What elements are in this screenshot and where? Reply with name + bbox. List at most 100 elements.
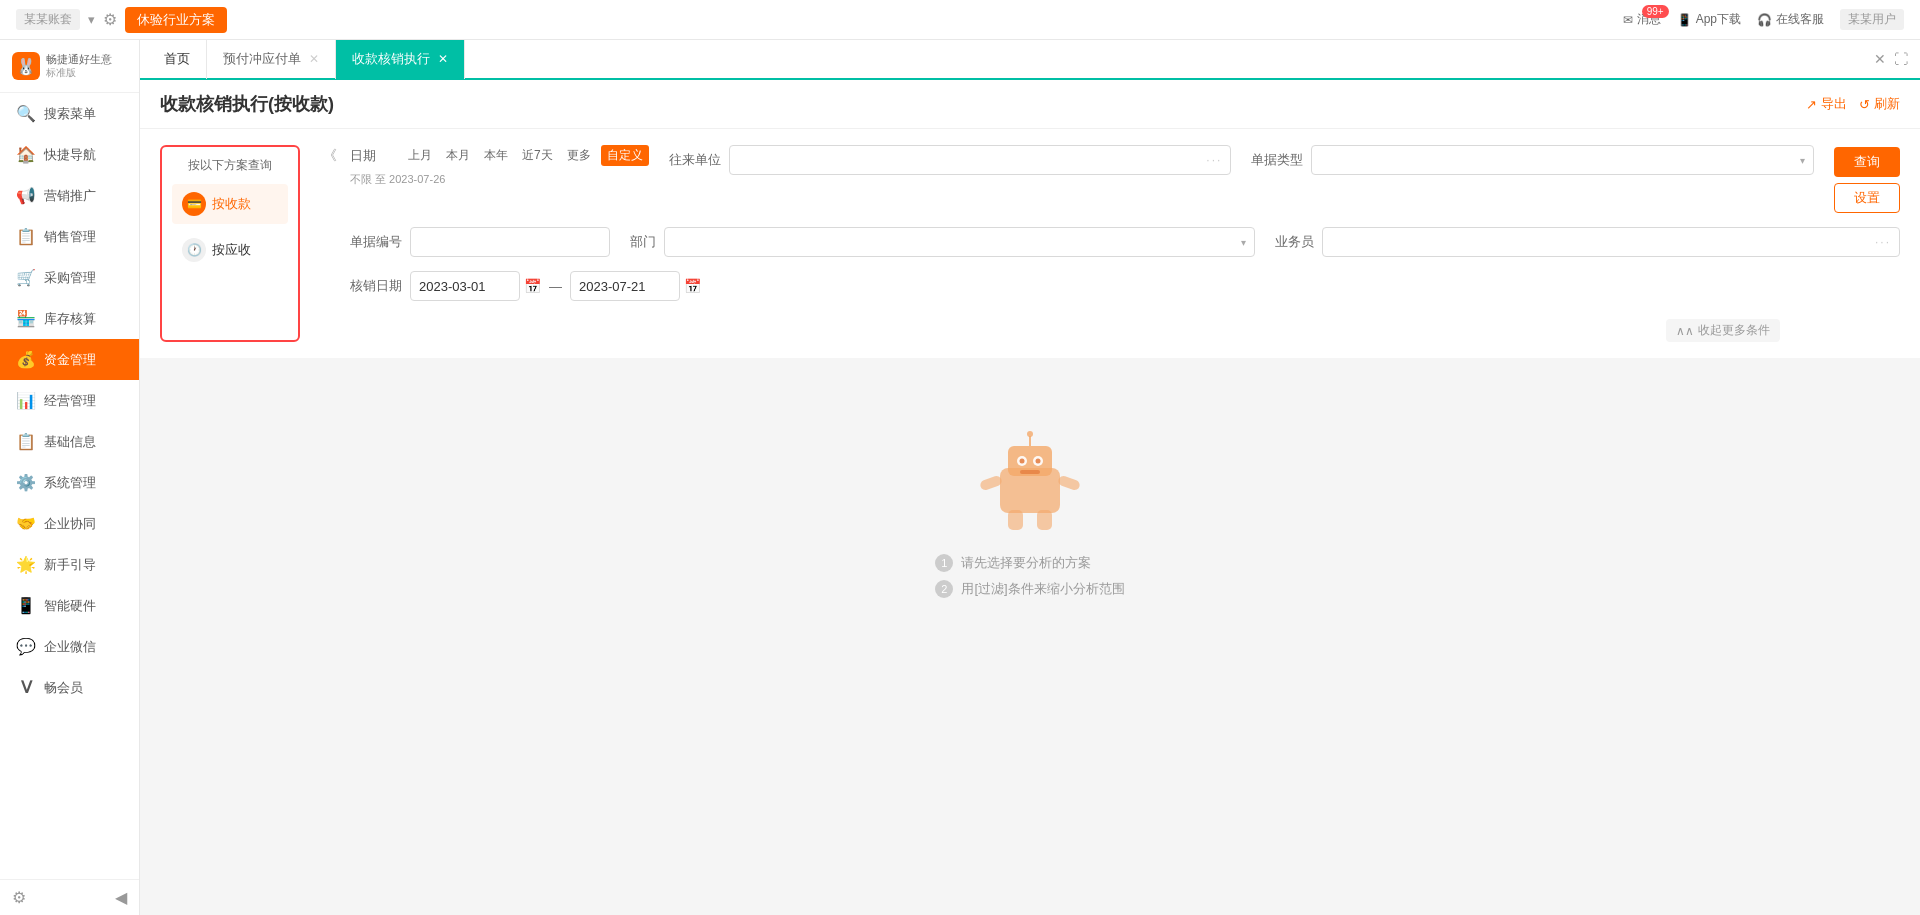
sidebar-label-basic-info: 基础信息 (44, 433, 96, 451)
footer-settings-icon[interactable]: ⚙ (12, 888, 26, 907)
maximize-icon[interactable]: ⛶ (1894, 51, 1908, 67)
tab-receipt-close[interactable]: ✕ (438, 52, 448, 66)
verify-date-end-calendar-icon[interactable]: 📅 (684, 278, 701, 294)
sidebar-item-vip[interactable]: Ⅴ 畅会员 (0, 667, 139, 708)
sidebar-item-marketing[interactable]: 📢 营销推广 (0, 175, 139, 216)
partner-input-wrap[interactable]: ··· (729, 145, 1232, 175)
user-name[interactable]: 某某用户 (1840, 9, 1904, 30)
sidebar-label-marketing: 营销推广 (44, 187, 96, 205)
settings-button[interactable]: 设置 (1834, 183, 1900, 213)
settings-icon[interactable]: ⚙ (103, 10, 117, 29)
dept-select-wrap[interactable]: ▾ (664, 227, 1255, 257)
export-button[interactable]: ↗ 导出 (1806, 95, 1847, 113)
funds-icon: 💰 (16, 350, 36, 369)
filter-form: 日期 上月 本月 本年 近7天 更多 自定义 不限 至 2023-07-26 (350, 145, 1900, 342)
date-label: 日期 (350, 147, 398, 165)
date-btn-7days[interactable]: 近7天 (518, 145, 557, 166)
sidebar-item-hardware[interactable]: 📱 智能硬件 (0, 585, 139, 626)
staff-input[interactable] (1331, 235, 1875, 250)
filter-option-by-receivable[interactable]: 🕐 按应收 (172, 230, 288, 270)
verify-date-start-field: 📅 (410, 271, 541, 301)
close-window-icon[interactable]: ✕ (1874, 51, 1886, 67)
tab-prepay-offset[interactable]: 预付冲应付单 ✕ (207, 40, 336, 79)
tab-home[interactable]: 首页 (148, 40, 207, 79)
collapse-more-button[interactable]: ∧∧ 收起更多条件 (1666, 319, 1780, 342)
sidebar-item-guide[interactable]: 🌟 新手引导 (0, 544, 139, 585)
sidebar-item-basic-info[interactable]: 📋 基础信息 (0, 421, 139, 462)
industry-button[interactable]: 休验行业方案 (125, 7, 227, 33)
verify-date-start-calendar-icon[interactable]: 📅 (524, 278, 541, 294)
sidebar-label-sales: 销售管理 (44, 228, 96, 246)
date-btn-custom[interactable]: 自定义 (601, 145, 649, 166)
refresh-button[interactable]: ↺ 刷新 (1859, 95, 1900, 113)
tab-prepay-close[interactable]: ✕ (309, 52, 319, 66)
svg-rect-10 (1037, 510, 1052, 530)
doc-type-select-wrap[interactable]: ▾ (1311, 145, 1814, 175)
sidebar-label-vip: 畅会员 (44, 679, 83, 697)
headset-icon: 🎧 (1757, 13, 1772, 27)
sidebar-item-search-menu[interactable]: 🔍 搜索菜单 (0, 93, 139, 134)
online-service-button[interactable]: 🎧 在线客服 (1757, 11, 1824, 28)
date-btn-last-month[interactable]: 上月 (404, 145, 436, 166)
partner-ellipsis-btn[interactable]: ··· (1206, 153, 1222, 167)
message-badge: 99+ (1642, 5, 1669, 18)
verify-date-start-input[interactable] (410, 271, 520, 301)
sidebar-item-funds[interactable]: 💰 资金管理 (0, 339, 139, 380)
date-quick-row: 日期 上月 本月 本年 近7天 更多 自定义 (350, 145, 649, 166)
content-area: 首页 预付冲应付单 ✕ 收款核销执行 ✕ ✕ ⛶ 收款核销执行(按收款) (140, 40, 1920, 915)
logo-name: 畅捷通好生意 (46, 52, 112, 66)
verify-date-field: 核销日期 📅 — 📅 (350, 271, 701, 301)
sidebar-item-purchase[interactable]: 🛒 采购管理 (0, 257, 139, 298)
account-name[interactable]: 某某账套 (16, 9, 80, 30)
query-button[interactable]: 查询 (1834, 147, 1900, 177)
doc-num-input[interactable] (410, 227, 610, 257)
sidebar-item-operations[interactable]: 📊 经营管理 (0, 380, 139, 421)
verify-date-end-input[interactable] (570, 271, 680, 301)
message-button[interactable]: ✉ 消息 99+ (1623, 11, 1661, 28)
sidebar-item-system[interactable]: ⚙️ 系统管理 (0, 462, 139, 503)
vip-icon: Ⅴ (16, 678, 36, 697)
sidebar-item-wechat[interactable]: 💬 企业微信 (0, 626, 139, 667)
svg-point-12 (1027, 431, 1033, 437)
sidebar-item-quick-nav[interactable]: 🏠 快捷导航 (0, 134, 139, 175)
svg-rect-6 (1020, 470, 1040, 474)
app-download-button[interactable]: 📱 App下载 (1677, 11, 1741, 28)
filter-option-by-receipt[interactable]: 💳 按收款 (172, 184, 288, 224)
staff-input-wrap[interactable]: ··· (1322, 227, 1900, 257)
filter-row-3: 核销日期 📅 — 📅 (350, 271, 1900, 301)
enterprise-icon: 🤝 (16, 514, 36, 533)
dept-chevron-icon: ▾ (1241, 237, 1246, 248)
partner-input[interactable] (738, 153, 1207, 168)
wechat-icon: 💬 (16, 637, 36, 656)
export-icon: ↗ (1806, 97, 1817, 112)
tab-receipt-offset[interactable]: 收款核销执行 ✕ (336, 40, 465, 79)
filter-collapse-toggle[interactable]: 《 (320, 145, 340, 342)
logo-text-block: 畅捷通好生意 标准版 (46, 52, 112, 80)
sidebar-label-search-menu: 搜索菜单 (44, 105, 96, 123)
verify-date-label: 核销日期 (350, 277, 402, 295)
tip-num-1: 1 (935, 554, 953, 572)
staff-field: 业务员 ··· (1275, 227, 1900, 257)
partner-label: 往来单位 (669, 151, 721, 169)
filter-row-1: 日期 上月 本月 本年 近7天 更多 自定义 不限 至 2023-07-26 (350, 145, 1900, 213)
inventory-icon: 🏪 (16, 309, 36, 328)
by-receipt-label: 按收款 (212, 195, 251, 213)
date-btn-this-month[interactable]: 本月 (442, 145, 474, 166)
staff-ellipsis-btn[interactable]: ··· (1875, 235, 1891, 249)
date-range-dash: — (549, 279, 562, 294)
date-btn-this-year[interactable]: 本年 (480, 145, 512, 166)
operations-icon: 📊 (16, 391, 36, 410)
dropdown-arrow-icon[interactable]: ▾ (88, 12, 95, 27)
sidebar-item-sales[interactable]: 📋 销售管理 (0, 216, 139, 257)
by-receivable-label: 按应收 (212, 241, 251, 259)
dept-select[interactable] (673, 235, 1241, 250)
sidebar-item-inventory[interactable]: 🏪 库存核算 (0, 298, 139, 339)
doc-num-field: 单据编号 (350, 227, 610, 257)
sidebar-item-enterprise[interactable]: 🤝 企业协同 (0, 503, 139, 544)
sidebar-label-system: 系统管理 (44, 474, 96, 492)
top-header-left: 某某账套 ▾ ⚙ 休验行业方案 (16, 7, 1623, 33)
footer-collapse-icon[interactable]: ◀ (115, 888, 127, 907)
doc-type-select[interactable] (1320, 153, 1800, 168)
sidebar-label-funds: 资金管理 (44, 351, 96, 369)
date-btn-more[interactable]: 更多 (563, 145, 595, 166)
